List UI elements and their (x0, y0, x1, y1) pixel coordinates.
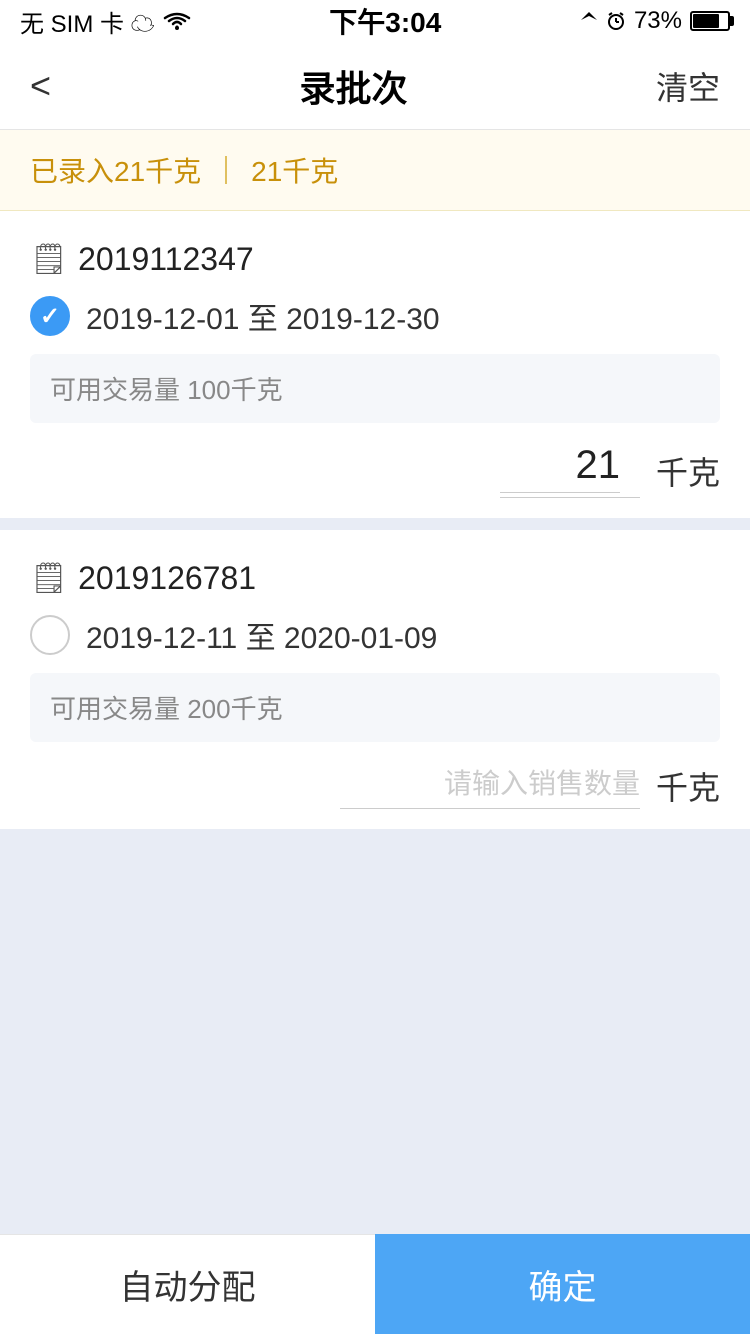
batch-1-radio[interactable] (30, 296, 70, 336)
batch-1-quantity-row: 千克 (0, 423, 750, 518)
batch-2-input-wrap: 请输入销售数量 (340, 762, 640, 809)
status-left: 无 SIM 卡 ☁ (20, 4, 191, 39)
batch-2-date: 2019-12-11 至 2020-01-09 (86, 613, 437, 657)
summary-divider (225, 156, 227, 184)
batch-1-unit: 千克 (656, 448, 720, 494)
batch-1-id: 2019112347 (78, 241, 254, 278)
batch-2-icon: 🗒 (30, 561, 68, 596)
batch-1-date: 2019-12-01 至 2019-12-30 (86, 294, 440, 338)
batch-2-info-box: 可用交易量 200千克 (30, 673, 720, 742)
batch-2-quantity-row: 请输入销售数量 千克 (0, 742, 750, 841)
status-time: 下午3:04 (329, 1, 441, 41)
batch-1-date-row: 2019-12-01 至 2019-12-30 (30, 294, 720, 338)
batch-1-info-text: 可用交易量 100千克 (50, 375, 283, 405)
batch-1-info-box: 可用交易量 100千克 (30, 354, 720, 423)
battery-icon (690, 11, 730, 31)
wifi-icon (163, 11, 191, 31)
summary-total: 21千克 (251, 150, 338, 190)
page-title: 录批次 (300, 60, 408, 112)
alarm-icon (606, 11, 626, 31)
batch-2-header: 🗒 2019126781 (30, 560, 720, 597)
batch-1-input-wrap (500, 443, 640, 498)
batch-1-header: 🗒 2019112347 (30, 241, 720, 278)
location-icon (580, 11, 598, 31)
summary-recorded: 已录入21千克 (30, 150, 201, 190)
nav-bar: < 录批次 清空 (0, 42, 750, 130)
batch-2-info-text: 可用交易量 200千克 (50, 694, 283, 724)
batch-1-quantity-input[interactable] (500, 443, 620, 488)
batch-1-icon: 🗒 (30, 242, 68, 277)
confirm-button[interactable]: 确定 (375, 1234, 750, 1334)
batch-2-underline (340, 808, 640, 809)
auto-distribute-button[interactable]: 自动分配 (0, 1234, 375, 1334)
status-bar: 无 SIM 卡 ☁ 下午3:04 73% (0, 0, 750, 42)
batch-2-card: 🗒 2019126781 2019-12-11 至 2020-01-09 可用交… (0, 530, 750, 841)
batch-2-placeholder: 请输入销售数量 (444, 762, 640, 802)
battery-percent: 73% (634, 7, 682, 35)
batch-2-id: 2019126781 (78, 560, 256, 597)
batch-1-card: 🗒 2019112347 2019-12-01 至 2019-12-30 可用交… (0, 211, 750, 423)
no-sim-text: 无 SIM 卡 ☁ (20, 4, 155, 39)
batch-2-unit: 千克 (656, 763, 720, 809)
batch-2-date-row: 2019-12-11 至 2020-01-09 (30, 613, 720, 657)
clear-button[interactable]: 清空 (656, 63, 720, 109)
section-divider-1 (0, 518, 750, 530)
batch-2-inner: 🗒 2019126781 2019-12-11 至 2020-01-09 可用交… (0, 530, 750, 742)
back-button[interactable]: < (30, 65, 51, 107)
bottom-bar: 自动分配 确定 (0, 1234, 750, 1334)
status-right: 73% (580, 7, 730, 35)
batch-2-radio[interactable] (30, 615, 70, 655)
summary-bar: 已录入21千克 21千克 (0, 130, 750, 211)
empty-area (0, 841, 750, 1241)
